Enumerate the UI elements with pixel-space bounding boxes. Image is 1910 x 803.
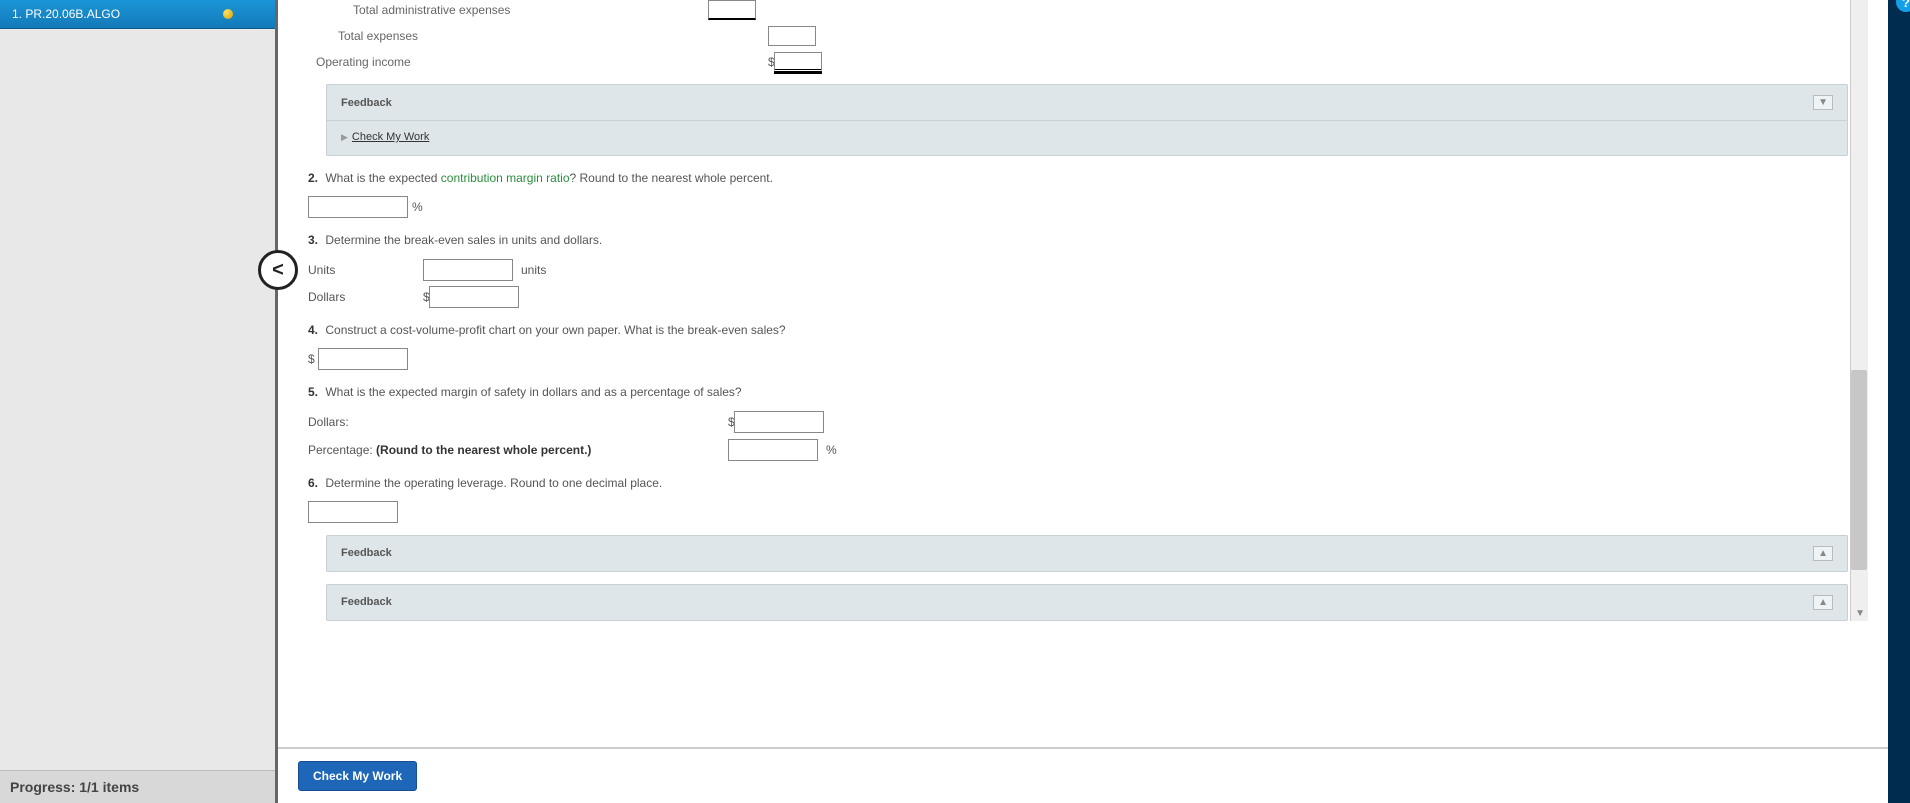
feedback-title: Feedback <box>341 547 392 559</box>
progress-bar: Progress: 1/1 items <box>0 770 275 803</box>
q3-num: 3. <box>308 233 318 247</box>
feedback-panel-2: Feedback ▲ <box>326 535 1848 572</box>
question-tab-1[interactable]: 1. PR.20.06B.ALGO <box>0 0 275 29</box>
feedback-header-1[interactable]: Feedback ▼ <box>327 85 1847 121</box>
q5-pct-input[interactable] <box>728 439 818 461</box>
q3-dollars-label: Dollars <box>308 290 423 304</box>
q5-pct-note: (Round to the nearest whole percent.) <box>376 443 591 457</box>
input-operating-income[interactable] <box>774 52 822 72</box>
q5-dollars-row: Dollars: $ <box>308 411 1848 433</box>
sidebar-empty <box>0 29 275 770</box>
label-operating-income: Operating income <box>308 55 708 69</box>
feedback-header-2[interactable]: Feedback ▲ <box>327 536 1847 571</box>
q4-answer: $ <box>308 348 1848 370</box>
help-icon: ? <box>1902 0 1910 10</box>
app-wrapper: 1. PR.20.06B.ALGO Progress: 1/1 items < … <box>0 0 1910 803</box>
q6-answer <box>308 501 1848 523</box>
chevron-left-icon: < <box>272 259 284 282</box>
q6-num: 6. <box>308 476 318 490</box>
q2-text-a: What is the expected <box>325 171 440 185</box>
question-3: 3. Determine the break-even sales in uni… <box>308 230 1848 250</box>
q3-table: Units units Dollars $ <box>308 259 1848 308</box>
q5-dollars-input[interactable] <box>734 411 824 433</box>
feedback-title: Feedback <box>341 596 392 608</box>
q3-units-suffix: units <box>521 263 546 277</box>
scrollbar-thumb[interactable] <box>1851 370 1867 570</box>
q4-num: 4. <box>308 323 318 337</box>
collapse-sidebar-button[interactable]: < <box>258 250 298 290</box>
q5-text: What is the expected margin of safety in… <box>325 385 741 399</box>
q2-term-link[interactable]: contribution margin ratio <box>441 171 570 185</box>
check-my-work-link[interactable]: Check My Work <box>341 131 429 143</box>
work-scroller[interactable]: Total administrative expenses Total expe… <box>278 0 1888 747</box>
progress-text: Progress: 1/1 items <box>10 779 139 795</box>
q6-text: Determine the operating leverage. Round … <box>325 476 662 490</box>
status-dot-icon <box>223 9 233 19</box>
row-operating-income: Operating income $ <box>308 52 1848 72</box>
sidebar: 1. PR.20.06B.ALGO Progress: 1/1 items <box>0 0 278 803</box>
question-5: 5. What is the expected margin of safety… <box>308 382 1848 402</box>
row-total-admin: Total administrative expenses <box>308 0 1848 20</box>
question-2: 2. What is the expected contribution mar… <box>308 168 1848 188</box>
scrollbar-track[interactable]: ▼ <box>1850 0 1868 621</box>
q5-pct-label-wrap: Percentage: (Round to the nearest whole … <box>308 443 728 457</box>
feedback-title: Feedback <box>341 97 392 109</box>
q5-pct-label: Percentage: <box>308 443 376 457</box>
question-4: 4. Construct a cost-volume-profit chart … <box>308 320 1848 340</box>
q2-answer: % <box>308 196 1848 218</box>
footer-bar: Check My Work <box>278 747 1888 803</box>
dollar-sign-icon: $ <box>308 352 315 366</box>
q6-input[interactable] <box>308 501 398 523</box>
q5-table: Dollars: $ Percentage: (Round to the nea… <box>308 411 1848 461</box>
q3-units-label: Units <box>308 263 423 277</box>
help-button[interactable]: ? <box>1896 0 1910 12</box>
feedback-panel-1: Feedback ▼ Check My Work <box>326 84 1848 156</box>
q5-num: 5. <box>308 385 318 399</box>
q3-text: Determine the break-even sales in units … <box>325 233 602 247</box>
q5-pct-unit: % <box>826 443 837 457</box>
q2-text-b: ? Round to the nearest whole percent. <box>570 171 773 185</box>
input-total-expenses[interactable] <box>768 26 816 46</box>
row-total-expenses: Total expenses <box>308 26 1848 46</box>
question-6: 6. Determine the operating leverage. Rou… <box>308 473 1848 493</box>
input-total-admin[interactable] <box>708 0 756 20</box>
q3-dollars-row: Dollars $ <box>308 286 1848 308</box>
chevron-up-icon[interactable]: ▲ <box>1813 595 1833 610</box>
feedback-body-1: Check My Work <box>327 121 1847 155</box>
label-total-admin: Total administrative expenses <box>308 3 708 17</box>
question-tab-label: 1. PR.20.06B.ALGO <box>12 7 120 21</box>
chevron-down-icon[interactable]: ▼ <box>1813 95 1833 110</box>
q2-num: 2. <box>308 171 318 185</box>
label-total-expenses: Total expenses <box>308 29 708 43</box>
q3-units-row: Units units <box>308 259 1848 281</box>
main-area: Total administrative expenses Total expe… <box>278 0 1888 803</box>
scroll-down-icon[interactable]: ▼ <box>1855 608 1865 619</box>
check-my-work-button[interactable]: Check My Work <box>298 761 417 791</box>
feedback-header-3[interactable]: Feedback ▲ <box>327 585 1847 620</box>
q3-dollars-input[interactable] <box>429 286 519 308</box>
right-rail: ? <box>1888 0 1910 803</box>
content-inner: Total administrative expenses Total expe… <box>308 0 1868 621</box>
q5-pct-row: Percentage: (Round to the nearest whole … <box>308 439 1848 461</box>
q4-input[interactable] <box>318 348 408 370</box>
q3-units-input[interactable] <box>423 259 513 281</box>
feedback-panel-3: Feedback ▲ <box>326 584 1848 621</box>
q2-input[interactable] <box>308 196 408 218</box>
q2-unit: % <box>412 200 423 214</box>
q4-text: Construct a cost-volume-profit chart on … <box>325 323 785 337</box>
q5-dollars-label: Dollars: <box>308 415 728 429</box>
chevron-up-icon[interactable]: ▲ <box>1813 546 1833 561</box>
